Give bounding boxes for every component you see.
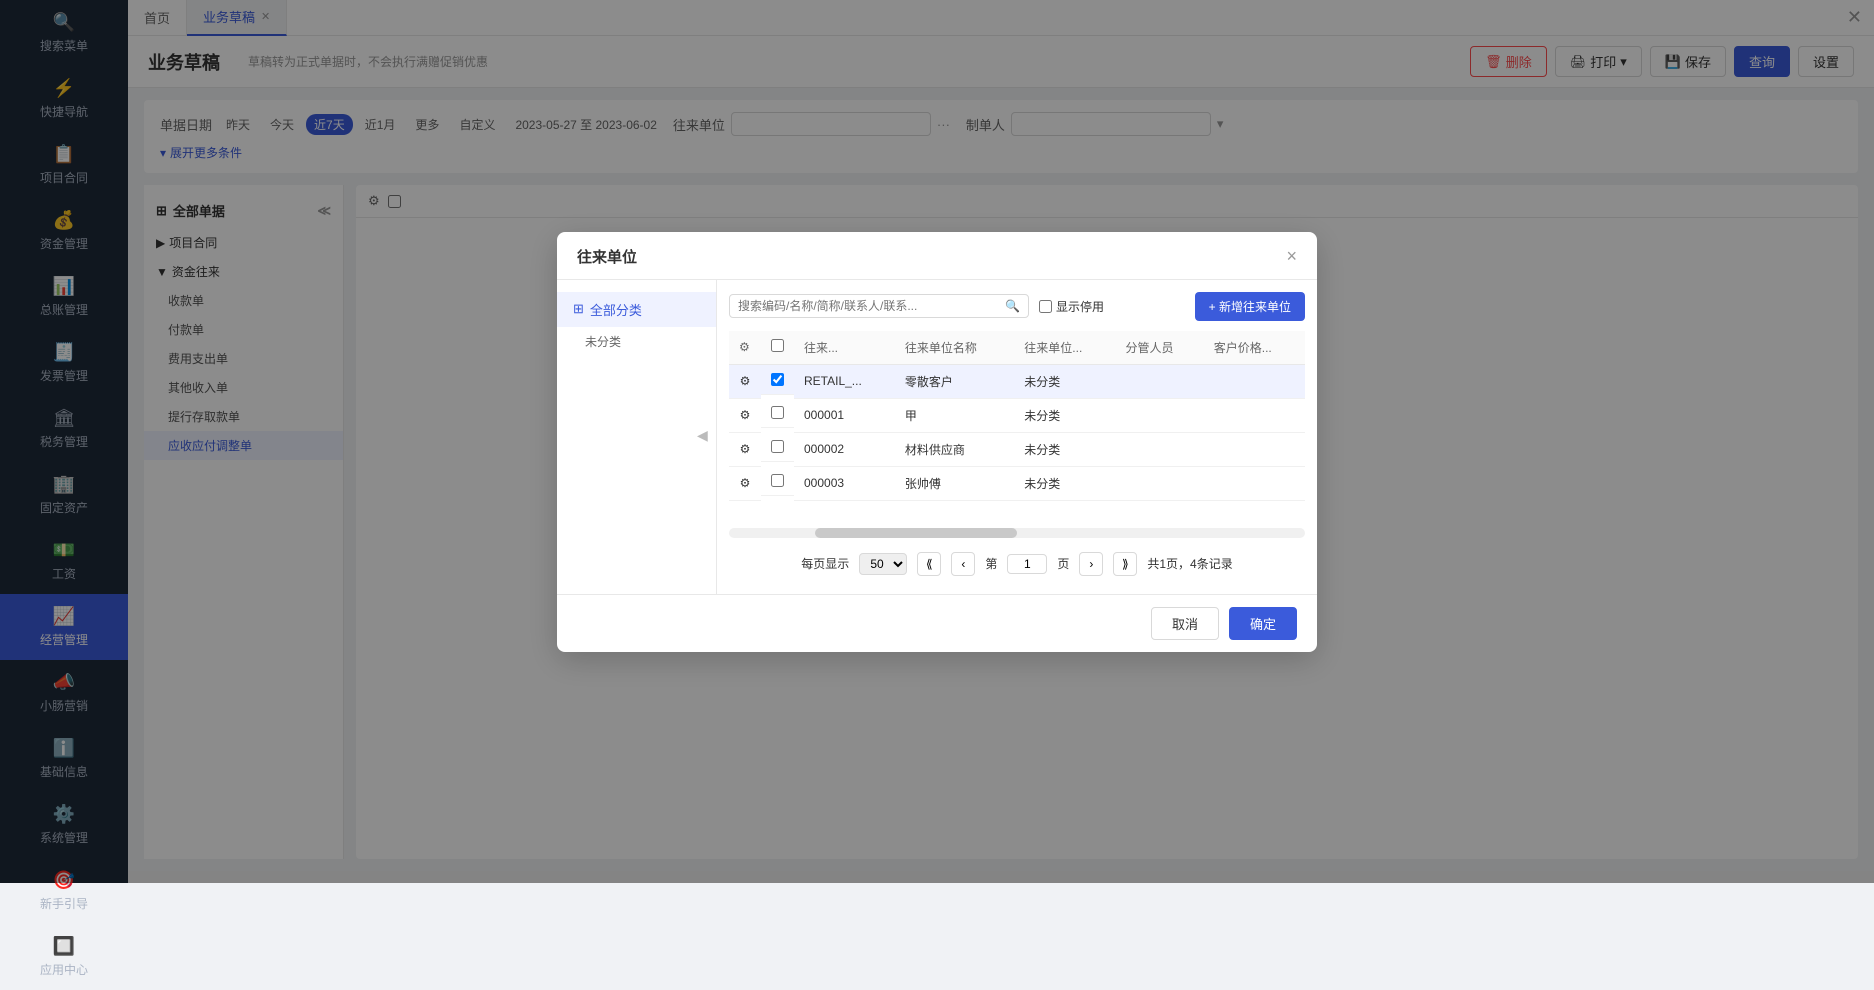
row-code: 000001 xyxy=(794,398,895,432)
row-category: 未分类 xyxy=(1014,364,1115,398)
row-name: 零散客户 xyxy=(895,364,1014,398)
add-partner-btn[interactable]: + 新增往来单位 xyxy=(1195,292,1305,321)
modal-left-panel: ⊞ 全部分类 未分类 ◀ xyxy=(557,280,717,594)
col-name: 往来单位名称 xyxy=(895,331,1014,365)
modal-right-panel: 🔍 显示停用 + 新增往来单位 ⚙ xyxy=(717,280,1317,594)
per-page-select[interactable]: 50 xyxy=(859,553,907,575)
row-checkbox xyxy=(761,365,794,395)
modal-left-uncategorized[interactable]: 未分类 xyxy=(557,327,716,356)
row-price-level xyxy=(1204,364,1305,398)
col-checkbox xyxy=(761,331,794,365)
modal-table-scroll[interactable]: ⚙ 往来... 往来单位名称 往来单位... xyxy=(729,331,1305,524)
row-category: 未分类 xyxy=(1014,398,1115,432)
row-code: 000003 xyxy=(794,466,895,500)
modal-scrollbar-thumb xyxy=(815,528,1017,538)
row-category: 未分类 xyxy=(1014,432,1115,466)
sidebar-item-apps[interactable]: 🔲 应用中心 xyxy=(0,924,128,990)
modal-data-table: ⚙ 往来... 往来单位名称 往来单位... xyxy=(729,331,1305,501)
modal-close-btn[interactable]: × xyxy=(1286,246,1297,267)
pagination-prev-btn[interactable]: ‹ xyxy=(951,552,975,576)
row-code: 000002 xyxy=(794,432,895,466)
modal-panel-collapse-icon[interactable]: ◀ xyxy=(697,427,708,444)
row-checkbox xyxy=(761,398,794,428)
table-row[interactable]: ⚙ 000002 材料供应商 未分类 xyxy=(729,432,1305,466)
modal-title: 往来单位 xyxy=(577,246,637,267)
modal-toolbar: 🔍 显示停用 + 新增往来单位 xyxy=(729,292,1305,321)
row-gear: ⚙ xyxy=(729,466,761,500)
row-select-checkbox[interactable] xyxy=(771,440,784,453)
col-price-level: 客户价格... xyxy=(1204,331,1305,365)
confirm-button[interactable]: 确定 xyxy=(1229,607,1297,640)
row-name: 张帅傅 xyxy=(895,466,1014,500)
row-manager xyxy=(1116,432,1204,466)
modal-horizontal-scrollbar[interactable] xyxy=(729,528,1305,538)
row-gear: ⚙ xyxy=(729,398,761,432)
page-number-input[interactable] xyxy=(1007,554,1047,574)
modal-search-input[interactable] xyxy=(738,299,999,313)
row-manager xyxy=(1116,398,1204,432)
pagination-next-btn[interactable]: › xyxy=(1079,552,1103,576)
modal-left-all-categories[interactable]: ⊞ 全部分类 xyxy=(557,292,716,327)
modal-backdrop[interactable]: 往来单位 × ⊞ 全部分类 未分类 ◀ 🔍 xyxy=(0,0,1874,883)
modal-table-body: ⚙ RETAIL_... 零散客户 未分类 ⚙ xyxy=(729,364,1305,500)
modal-table-head: ⚙ 往来... 往来单位名称 往来单位... xyxy=(729,331,1305,365)
modal-footer: 取消 确定 xyxy=(557,594,1317,652)
row-select-checkbox[interactable] xyxy=(771,373,784,386)
apps-icon: 🔲 xyxy=(53,936,75,957)
table-row[interactable]: ⚙ 000003 张帅傅 未分类 xyxy=(729,466,1305,500)
row-code: RETAIL_... xyxy=(794,364,895,398)
row-checkbox xyxy=(761,432,794,462)
modal-body: ⊞ 全部分类 未分类 ◀ 🔍 显示停用 xyxy=(557,280,1317,594)
row-price-level xyxy=(1204,432,1305,466)
pagination-last-btn[interactable]: ⟫ xyxy=(1113,552,1137,576)
row-name: 甲 xyxy=(895,398,1014,432)
row-price-level xyxy=(1204,398,1305,432)
row-select-checkbox[interactable] xyxy=(771,406,784,419)
pagination-first-btn[interactable]: ⟪ xyxy=(917,552,941,576)
search-icon-modal: 🔍 xyxy=(1005,299,1020,313)
pagination: 每页显示 50 ⟪ ‹ 第 页 › ⟫ 共1页，4条记录 xyxy=(729,542,1305,582)
cancel-button[interactable]: 取消 xyxy=(1151,607,1219,640)
row-category: 未分类 xyxy=(1014,466,1115,500)
table-row[interactable]: ⚙ RETAIL_... 零散客户 未分类 xyxy=(729,364,1305,398)
col-code: 往来... xyxy=(794,331,895,365)
modal-header: 往来单位 × xyxy=(557,232,1317,280)
table-row[interactable]: ⚙ 000001 甲 未分类 xyxy=(729,398,1305,432)
row-select-checkbox[interactable] xyxy=(771,474,784,487)
show-disabled-checkbox[interactable] xyxy=(1039,300,1052,313)
row-gear: ⚙ xyxy=(729,364,761,398)
row-manager xyxy=(1116,364,1204,398)
row-gear: ⚙ xyxy=(729,432,761,466)
col-category: 往来单位... xyxy=(1014,331,1115,365)
select-all-modal-checkbox[interactable] xyxy=(771,339,784,352)
col-manager: 分管人员 xyxy=(1116,331,1204,365)
row-manager xyxy=(1116,466,1204,500)
row-price-level xyxy=(1204,466,1305,500)
modal-search-box: 🔍 xyxy=(729,294,1029,318)
grid-icon-modal: ⊞ xyxy=(573,301,584,317)
show-disabled-toggle: 显示停用 xyxy=(1039,298,1104,315)
partner-modal: 往来单位 × ⊞ 全部分类 未分类 ◀ 🔍 xyxy=(557,232,1317,652)
col-gear: ⚙ xyxy=(729,331,761,365)
row-checkbox xyxy=(761,466,794,496)
row-name: 材料供应商 xyxy=(895,432,1014,466)
